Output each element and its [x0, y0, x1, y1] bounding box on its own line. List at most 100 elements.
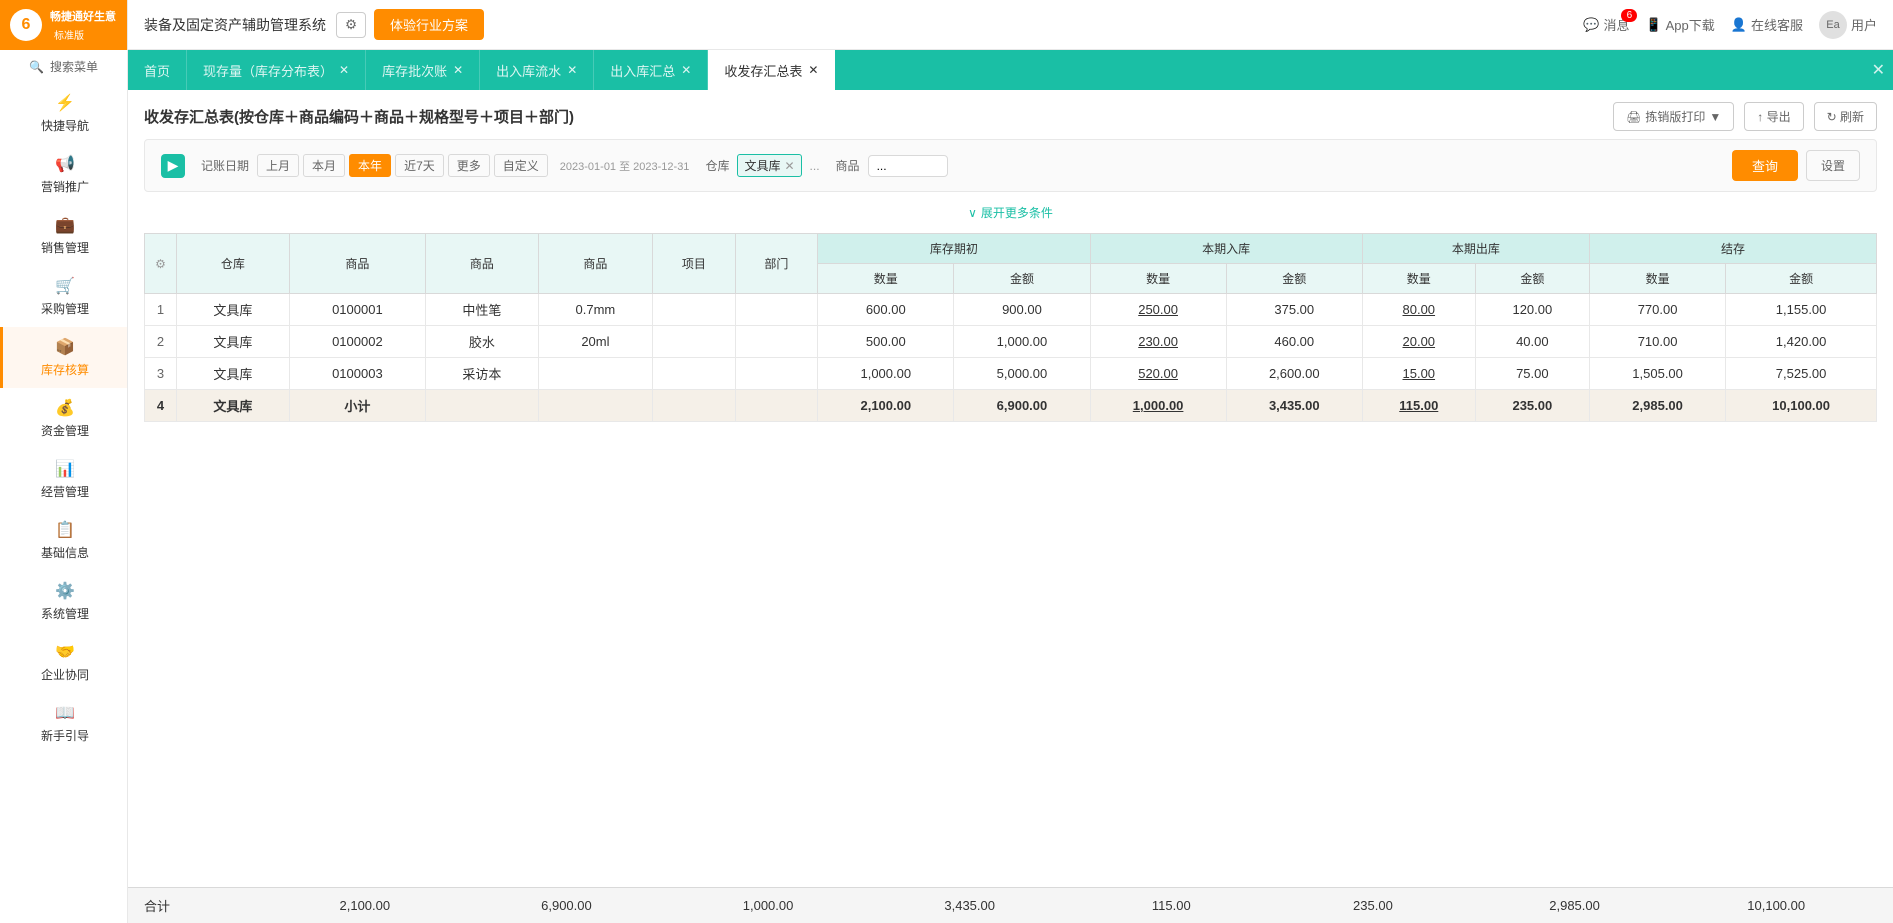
top-header: 装备及固定资产辅助管理系统 ⚙ 体验行业方案 💬 消息 6 📱 App下载 👤 … [128, 0, 1893, 50]
total-out-amt: 235.00 [1272, 898, 1474, 913]
tab-close-icon[interactable]: ✕ [808, 63, 818, 77]
tab-receive-summary[interactable]: 收发存汇总表 ✕ [708, 50, 835, 90]
refresh-label: 刷新 [1840, 110, 1864, 124]
column-settings-icon[interactable]: ⚙ [155, 257, 166, 271]
warehouse-tag-close[interactable]: ✕ [784, 159, 794, 173]
in-qty-link[interactable]: 230.00 [1138, 334, 1178, 349]
online-service-button[interactable]: 👤 在线客服 [1731, 15, 1803, 34]
tab-batch[interactable]: 库存批次账 ✕ [366, 50, 480, 90]
cell-warehouse: 文具库 [177, 358, 290, 390]
tab-close-icon[interactable]: ✕ [567, 63, 577, 77]
query-button[interactable]: 查询 [1732, 150, 1798, 181]
sidebar-item-search[interactable]: 🔍 搜索菜单 [0, 50, 127, 83]
user-menu[interactable]: Ea 用户 [1819, 11, 1877, 39]
th-settings[interactable]: ⚙ [145, 234, 177, 294]
subtotal-in-qty-link[interactable]: 1,000.00 [1133, 398, 1184, 413]
page-actions: 🖨 拣销版打印 ▼ ↑ 导出 ↻ 刷新 [1613, 102, 1877, 131]
filter-toggle-button[interactable]: ▶ [161, 154, 185, 178]
sidebar-item-purchase[interactable]: 🛒 采购管理 [0, 266, 127, 327]
sidebar-item-system[interactable]: ⚙️ 系统管理 [0, 571, 127, 632]
subtotal-warehouse: 文具库 [177, 390, 290, 422]
header-btn-group: ⚙ 体验行业方案 [336, 9, 484, 40]
product-filter-group: 商品 ... [836, 155, 948, 177]
tab-close-icon[interactable]: ✕ [681, 63, 691, 77]
cell-warehouse: 文具库 [177, 294, 290, 326]
warehouse-tag[interactable]: 文具库 ✕ [737, 154, 801, 177]
tab-label: 出入库汇总 [610, 61, 675, 80]
export-button[interactable]: ↑ 导出 [1744, 102, 1803, 131]
cell-product-code: 0100002 [289, 326, 425, 358]
cell-opening-amt: 1,000.00 [954, 326, 1090, 358]
purchase-icon: 🛒 [55, 276, 75, 296]
in-qty-link[interactable]: 520.00 [1138, 366, 1178, 381]
sidebar-item-quick-nav[interactable]: ⚡ 快捷导航 [0, 83, 127, 144]
out-qty-link[interactable]: 20.00 [1403, 334, 1436, 349]
date-btn-more[interactable]: 更多 [448, 154, 490, 177]
expand-conditions-button[interactable]: ∨ 展开更多条件 [968, 200, 1053, 225]
inventory-icon: 📦 [55, 337, 75, 357]
sidebar-item-label: 营销推广 [41, 178, 89, 195]
cell-in-qty[interactable]: 250.00 [1090, 294, 1226, 326]
th-project: 项目 [653, 234, 736, 294]
tab-flow[interactable]: 出入库流水 ✕ [480, 50, 594, 90]
sidebar-item-sales[interactable]: 💼 销售管理 [0, 205, 127, 266]
product-select[interactable]: ... [868, 155, 948, 177]
cell-opening-qty: 1,000.00 [818, 358, 954, 390]
cell-out-qty[interactable]: 80.00 [1362, 294, 1475, 326]
cell-opening-amt: 900.00 [954, 294, 1090, 326]
avatar-text: Ea [1826, 19, 1839, 31]
print-button[interactable]: 🖨 拣销版打印 ▼ [1613, 102, 1734, 131]
tab-close-icon[interactable]: ✕ [339, 63, 349, 77]
cell-product-spec: 0.7mm [538, 294, 652, 326]
warehouse-more[interactable]: ... [810, 159, 820, 173]
total-opening-qty: 2,100.00 [264, 898, 466, 913]
refresh-button[interactable]: ↻ 刷新 [1814, 102, 1877, 131]
sidebar-item-guide[interactable]: 📖 新手引导 [0, 693, 127, 754]
cell-department [735, 294, 818, 326]
in-qty-link[interactable]: 250.00 [1138, 302, 1178, 317]
cell-project [653, 358, 736, 390]
cell-in-qty[interactable]: 520.00 [1090, 358, 1226, 390]
cell-in-qty[interactable]: 230.00 [1090, 326, 1226, 358]
tab-home[interactable]: 首页 [128, 50, 187, 90]
tab-close-icon[interactable]: ✕ [453, 63, 463, 77]
setting-button[interactable]: 设置 [1806, 150, 1860, 181]
sidebar-item-finance[interactable]: 💰 资金管理 [0, 388, 127, 449]
tab-bar-close-icon[interactable]: ✕ [1872, 60, 1885, 80]
notification-button[interactable]: 💬 消息 6 [1583, 15, 1629, 34]
sidebar-item-label: 销售管理 [41, 239, 89, 256]
cell-project [653, 294, 736, 326]
sidebar-item-cooperation[interactable]: 🤝 企业协同 [0, 632, 127, 693]
tab-inventory-dist[interactable]: 现存量（库存分布表） ✕ [187, 50, 366, 90]
tab-label: 库存批次账 [382, 61, 447, 80]
cell-opening-qty: 600.00 [818, 294, 954, 326]
cell-department [735, 326, 818, 358]
out-qty-link[interactable]: 15.00 [1403, 366, 1436, 381]
tab-summary[interactable]: 出入库汇总 ✕ [594, 50, 708, 90]
cell-balance-amt: 1,420.00 [1726, 326, 1877, 358]
tab-bar: 首页 现存量（库存分布表） ✕ 库存批次账 ✕ 出入库流水 ✕ 出入库汇总 ✕ … [128, 50, 1893, 90]
date-btn-custom[interactable]: 自定义 [494, 154, 548, 177]
settings-button[interactable]: ⚙ [336, 12, 366, 38]
sidebar-item-label: 经营管理 [41, 483, 89, 500]
cell-balance-amt: 1,155.00 [1726, 294, 1877, 326]
date-btn-7days[interactable]: 近7天 [395, 154, 444, 177]
experience-button[interactable]: 体验行业方案 [374, 9, 484, 40]
date-btn-last-month[interactable]: 上月 [257, 154, 299, 177]
subtotal-out-qty-link[interactable]: 115.00 [1399, 398, 1438, 413]
sidebar-item-label: 资金管理 [41, 422, 89, 439]
sidebar-item-inventory[interactable]: 📦 库存核算 [0, 327, 127, 388]
th-warehouse: 仓库 [177, 234, 290, 294]
cell-out-qty[interactable]: 20.00 [1362, 326, 1475, 358]
table-row: 1 文具库 0100001 中性笔 0.7mm 600.00 900.00 25… [145, 294, 1877, 326]
filter-bar: ▶ 记账日期 上月 本月 本年 近7天 更多 自定义 2023-01-01 至 … [144, 139, 1877, 192]
cell-out-qty[interactable]: 15.00 [1362, 358, 1475, 390]
app-download-button[interactable]: 📱 App下载 [1645, 15, 1714, 34]
sidebar-item-basic-info[interactable]: 📋 基础信息 [0, 510, 127, 571]
out-qty-link[interactable]: 80.00 [1403, 302, 1436, 317]
date-btn-this-month[interactable]: 本月 [303, 154, 345, 177]
sidebar-item-operations[interactable]: 📊 经营管理 [0, 449, 127, 510]
date-btn-this-year[interactable]: 本年 [349, 154, 391, 177]
tab-label: 出入库流水 [496, 61, 561, 80]
sidebar-item-marketing[interactable]: 📢 营销推广 [0, 144, 127, 205]
